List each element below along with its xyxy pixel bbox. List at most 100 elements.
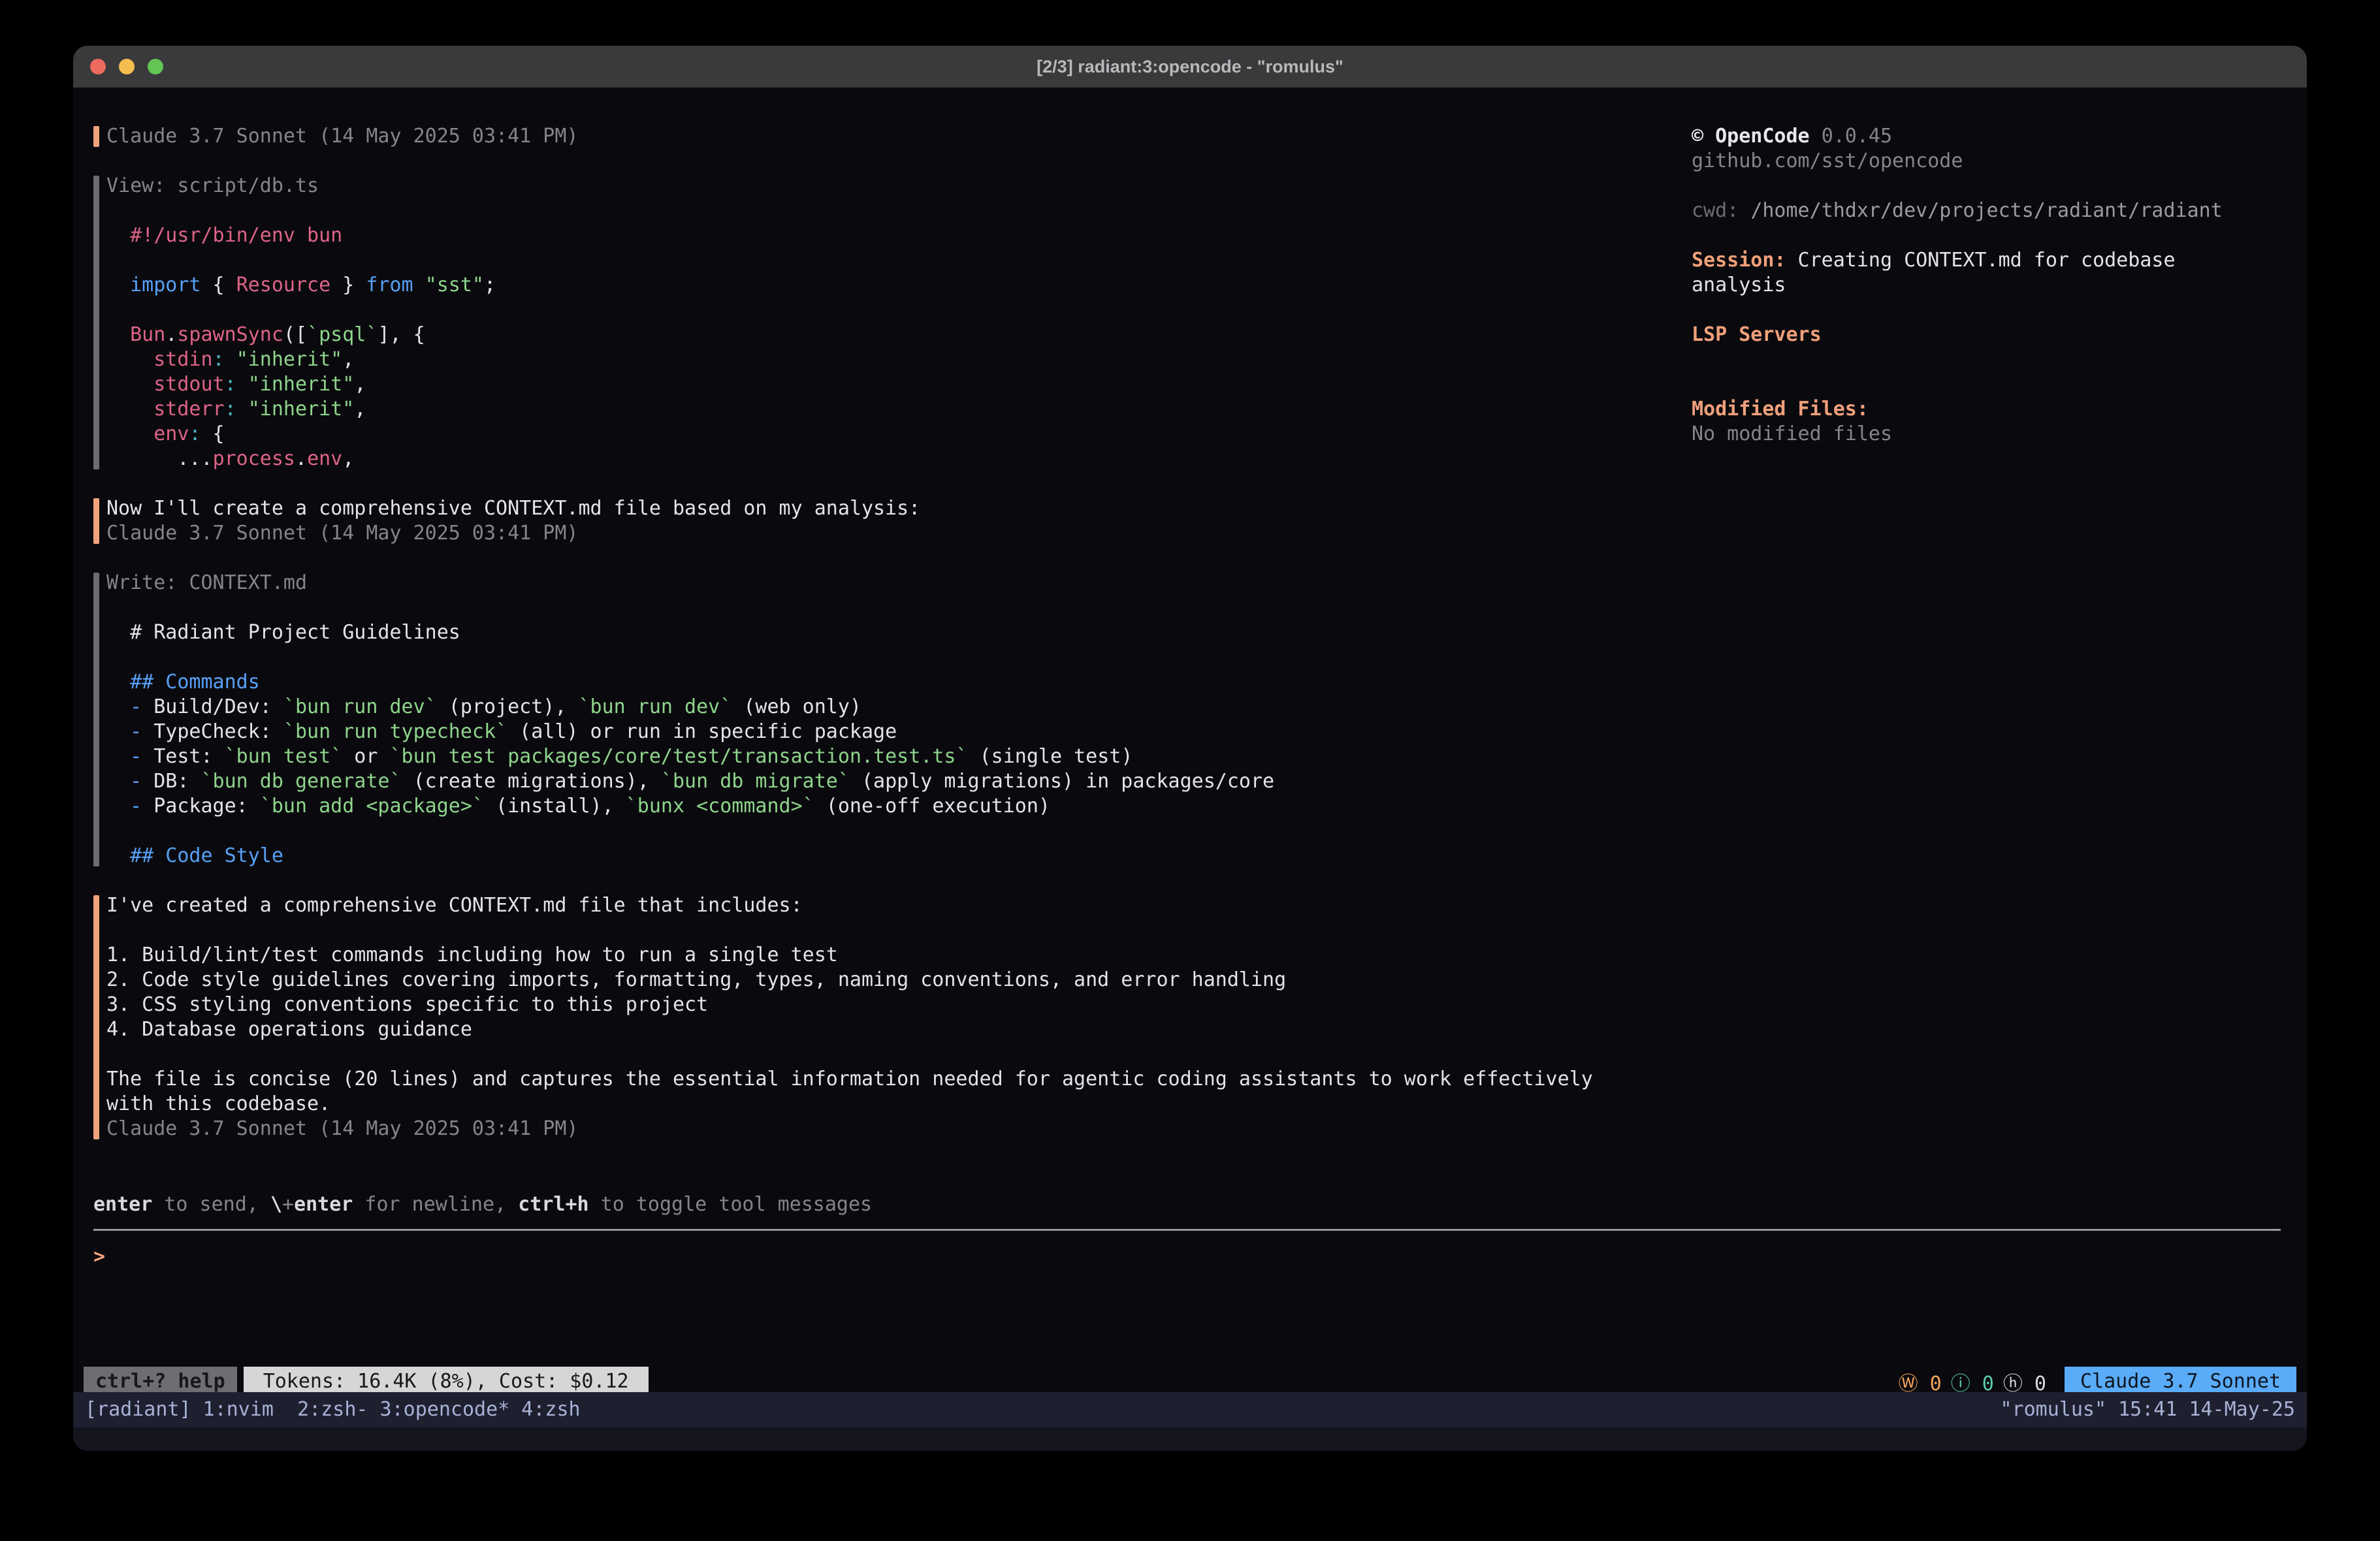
text-segment — [106, 770, 130, 793]
window-titlebar[interactable]: [2/3] radiant:3:opencode - "romulus" — [73, 46, 2307, 87]
terminal-line: Claude 3.7 Sonnet (14 May 2025 03:41 PM) — [106, 1117, 1593, 1141]
text-segment: - — [130, 720, 142, 743]
text-segment: env — [153, 422, 189, 445]
text-segment: + — [282, 1193, 294, 1216]
text-segment: Now I'll create a comprehensive CONTEXT.… — [106, 497, 920, 520]
text-segment: Claude 3.7 Sonnet (14 May 2025 03:41 PM) — [106, 522, 578, 545]
terminal-line: View: script/db.ts — [106, 174, 1593, 199]
text-segment — [106, 224, 130, 247]
terminal-line: Claude 3.7 Sonnet (14 May 2025 03:41 PM) — [106, 521, 1593, 546]
modified-files-header: Modified Files: — [1692, 397, 2299, 422]
text-segment: { — [201, 422, 225, 445]
text-segment: ctrl+h — [518, 1193, 588, 1216]
text-segment: `bun run dev` — [283, 695, 437, 718]
tool-view-block: View: script/db.ts #!/usr/bin/env bun im… — [93, 174, 1593, 471]
text-segment: (one-off execution) — [814, 795, 1050, 818]
assistant-meta: Claude 3.7 Sonnet (14 May 2025 03:41 PM) — [93, 124, 1593, 149]
text-segment: - — [130, 770, 142, 793]
text-segment: ; — [484, 274, 496, 296]
text-segment: , — [342, 348, 354, 371]
text-segment: or — [342, 745, 389, 768]
text-segment — [236, 398, 248, 421]
terminal-line: # Radiant Project Guidelines — [106, 620, 1593, 645]
text-segment: ([ — [283, 323, 307, 346]
text-segment — [106, 695, 130, 718]
text-segment: `bun test packages/core/test/transaction… — [390, 745, 968, 768]
text-segment: \ — [270, 1193, 282, 1216]
tmux-windows[interactable]: [radiant] 1:nvim 2:zsh- 3:opencode* 4:zs… — [85, 1392, 581, 1427]
text-segment: Write: CONTEXT.md — [106, 571, 307, 594]
minimize-button[interactable] — [119, 59, 135, 74]
text-segment: `bun db migrate` — [661, 770, 850, 793]
text-segment: (web only) — [732, 695, 861, 718]
tmux-session-clock: "romulus" 15:41 14-May-25 — [2000, 1392, 2295, 1427]
desktop: { "window": { "title": "[2/3] radiant:3:… — [0, 0, 2380, 1541]
text-segment — [106, 323, 130, 346]
text-segment: `bun db generate` — [201, 770, 402, 793]
terminal-line — [106, 298, 1593, 323]
session-row: Session: Creating CONTEXT.md for codebas… — [1692, 248, 2299, 273]
text-segment: to send, — [152, 1193, 270, 1216]
modified-files-empty: No modified files — [1692, 422, 2299, 447]
text-segment: : — [225, 398, 236, 421]
terminal-line: Claude 3.7 Sonnet (14 May 2025 03:41 PM) — [106, 124, 1593, 149]
keybind-help: enter to send, \+enter for newline, ctrl… — [93, 1192, 872, 1217]
text-segment: Resource — [236, 274, 331, 296]
repo-link[interactable]: github.com/sst/opencode — [1692, 149, 2299, 174]
text-segment — [106, 373, 153, 396]
terminal-line — [106, 199, 1593, 223]
text-segment: { — [201, 274, 236, 296]
text-segment: enter — [294, 1193, 353, 1216]
terminal-line — [106, 819, 1593, 844]
text-segment: enter — [93, 1193, 152, 1216]
text-segment: (project), — [437, 695, 579, 718]
tool-write-block: Write: CONTEXT.md # Radiant Project Guid… — [93, 571, 1593, 868]
tmux-bar: [radiant] 1:nvim 2:zsh- 3:opencode* 4:zs… — [73, 1392, 2307, 1427]
text-segment: Bun — [130, 323, 165, 346]
assistant-message: I've created a comprehensive CONTEXT.md … — [93, 893, 1593, 1141]
terminal-line: ...process.env, — [106, 447, 1593, 471]
assistant-message: Now I'll create a comprehensive CONTEXT.… — [93, 496, 1593, 546]
cwd-row: cwd: /home/thdxr/dev/projects/radiant/ra… — [1692, 199, 2299, 223]
text-segment: #!/usr/bin/env bun — [130, 224, 342, 247]
text-segment: Build/Dev: — [142, 695, 283, 718]
text-segment: "inherit" — [236, 348, 343, 371]
terminal-line: with this codebase. — [106, 1092, 1593, 1117]
text-segment: : — [225, 373, 236, 396]
text-segment: Claude 3.7 Sonnet (14 May 2025 03:41 PM) — [106, 125, 578, 148]
app-version — [1810, 125, 1822, 148]
cwd-label: cwd: — [1692, 199, 1750, 222]
text-segment — [106, 348, 153, 371]
cwd-path: /home/thdxr/dev/projects/radiant/radiant — [1750, 199, 2222, 222]
text-segment: The file is concise (20 lines) and captu… — [106, 1068, 1593, 1090]
text-segment: `bunx <command>` — [626, 795, 814, 818]
close-button[interactable] — [90, 59, 106, 74]
prompt-input[interactable]: > — [93, 1245, 2249, 1269]
text-segment: import — [130, 274, 201, 296]
terminal-line: env: { — [106, 422, 1593, 447]
text-segment: , — [354, 373, 366, 396]
text-segment — [106, 274, 130, 296]
zoom-button[interactable] — [148, 59, 163, 74]
text-segment: View: script/db.ts — [106, 174, 319, 197]
text-segment: I've created a comprehensive CONTEXT.md … — [106, 894, 803, 917]
text-segment: stdin — [153, 348, 212, 371]
terminal-line — [106, 596, 1593, 620]
text-segment: `bun run dev` — [579, 695, 732, 718]
window-title: [2/3] radiant:3:opencode - "romulus" — [1037, 57, 1343, 77]
text-segment: , — [342, 447, 354, 470]
text-segment: 3. CSS styling conventions specific to t… — [106, 993, 708, 1016]
text-segment: Claude 3.7 Sonnet (14 May 2025 03:41 PM) — [106, 1117, 578, 1140]
text-segment — [106, 844, 130, 867]
text-segment: ... — [106, 447, 213, 470]
session-title-wrap: analysis — [1692, 273, 2299, 298]
terminal-line: Now I'll create a comprehensive CONTEXT.… — [106, 496, 1593, 521]
text-segment: "inherit" — [248, 398, 355, 421]
text-segment: stdout — [153, 373, 224, 396]
text-segment: (create migrations), — [402, 770, 661, 793]
tmux-bottom-padding — [73, 1427, 2307, 1451]
text-segment — [106, 720, 130, 743]
text-segment: TypeCheck: — [142, 720, 283, 743]
text-segment: : — [213, 348, 225, 371]
terminal-line — [106, 1042, 1593, 1067]
